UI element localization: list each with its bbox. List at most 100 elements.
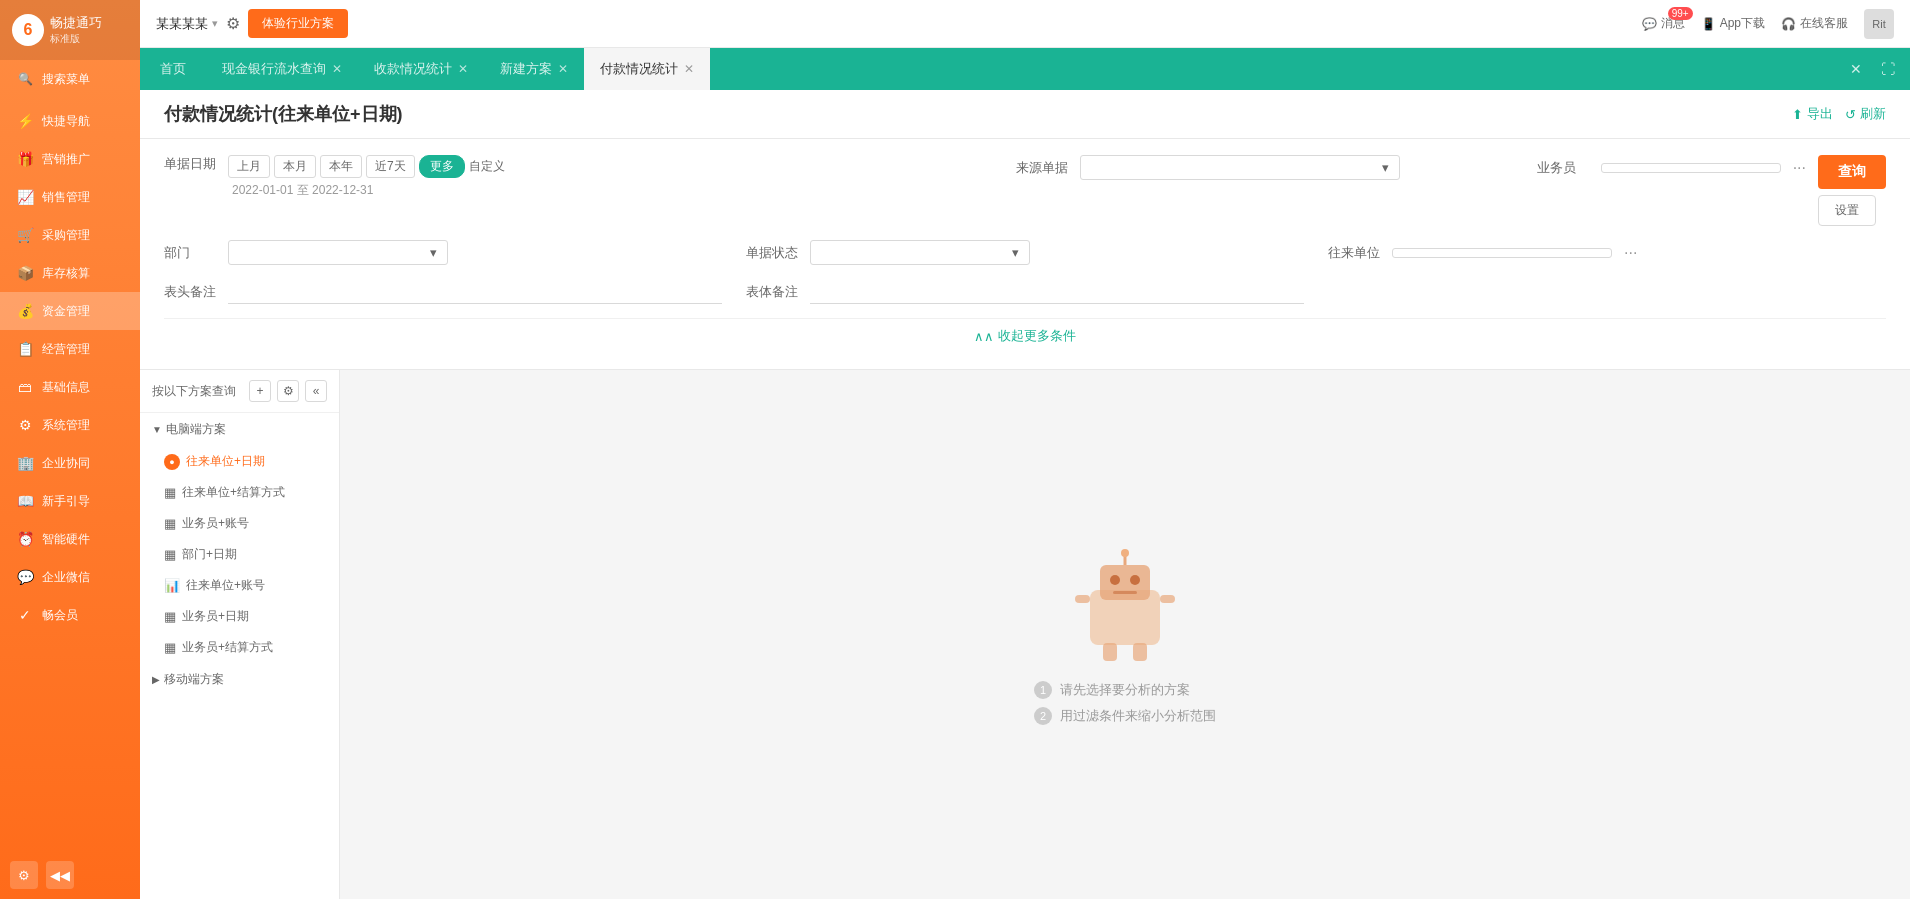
staff-label: 业务员	[1537, 159, 1593, 177]
add-plan-btn[interactable]: +	[249, 380, 271, 402]
funds-icon: 💰	[16, 302, 34, 320]
tab-new-close[interactable]: ✕	[558, 63, 568, 75]
filter-counterpart: 往来单位 ···	[1328, 240, 1886, 266]
date-btn-last-month[interactable]: 上月	[228, 155, 270, 178]
section-desktop[interactable]: ▼ 电脑端方案	[140, 413, 339, 446]
plan-item-counterpart-date[interactable]: ● 往来单位+日期	[140, 446, 339, 477]
empty-tips: 1 请先选择要分析的方案 2 用过滤条件来缩小分析范围	[1034, 681, 1216, 725]
left-panel-header: 按以下方案查询 + ⚙ «	[140, 370, 339, 413]
trial-btn[interactable]: 体验行业方案	[248, 9, 348, 38]
enterprise-icon: 🏢	[16, 454, 34, 472]
left-panel-header-actions: + ⚙ «	[249, 380, 327, 402]
tab-home[interactable]: 首页	[140, 48, 206, 90]
sidebar-item-wechat[interactable]: 💬 企业微信	[0, 558, 140, 596]
tab-receipts-close[interactable]: ✕	[458, 63, 468, 75]
sidebar-item-inventory[interactable]: 📦 库存核算	[0, 254, 140, 292]
sidebar-search[interactable]: 🔍 搜索菜单	[0, 60, 140, 98]
staff-ellipsis[interactable]: ···	[1789, 155, 1810, 181]
online-service-btn[interactable]: 🎧 在线客服	[1781, 15, 1848, 32]
sidebar-item-quick[interactable]: ⚡ 快捷导航	[0, 102, 140, 140]
counterpart-select[interactable]	[1392, 248, 1612, 258]
export-btn[interactable]: ⬆ 导出	[1792, 105, 1833, 123]
topbar-settings-icon[interactable]: ⚙	[226, 14, 240, 33]
refresh-btn[interactable]: ↺ 刷新	[1845, 105, 1886, 123]
sidebar-item-guide[interactable]: 📖 新手引导	[0, 482, 140, 520]
tab-close-all[interactable]: ✕	[1842, 55, 1870, 83]
sidebar-item-system[interactable]: ⚙ 系统管理	[0, 406, 140, 444]
doc-status-select[interactable]: ▾	[810, 240, 1030, 265]
doc-status-label: 单据状态	[746, 244, 802, 262]
date-range: 2022-01-01 至 2022-12-31	[232, 182, 373, 199]
tab-bank[interactable]: 现金银行流水查询 ✕	[206, 48, 358, 90]
svg-rect-8	[1160, 595, 1175, 603]
topbar-user-area: 某某某某 ▾ ⚙ 体验行业方案	[156, 9, 1630, 38]
sidebar-collapse-btn[interactable]: ◀◀	[46, 861, 74, 889]
sidebar-item-marketing[interactable]: 🎁 营销推广	[0, 140, 140, 178]
app-download-btn[interactable]: 📱 App下载	[1701, 15, 1765, 32]
sidebar-item-member[interactable]: ✓ 畅会员	[0, 596, 140, 634]
plan-item-staff-account[interactable]: ▦ 业务员+账号	[140, 508, 339, 539]
source-select[interactable]: ▾	[1080, 155, 1400, 180]
date-label: 单据日期	[164, 155, 220, 173]
dept-select[interactable]: ▾	[228, 240, 448, 265]
sidebar-item-purchase[interactable]: 🛒 采购管理	[0, 216, 140, 254]
counterpart-ellipsis[interactable]: ···	[1620, 240, 1641, 266]
svg-rect-10	[1133, 643, 1147, 661]
source-dropdown-icon: ▾	[1382, 160, 1389, 175]
plan-item-staff-settle[interactable]: ▦ 业务员+结算方式	[140, 632, 339, 663]
topbar-company[interactable]: 某某某某 ▾	[156, 15, 218, 33]
company-dropdown-icon[interactable]: ▾	[212, 17, 218, 30]
sidebar-item-funds[interactable]: 💰 资金管理	[0, 292, 140, 330]
left-panel: 按以下方案查询 + ⚙ « ▼ 电脑端方案 ● 往来单位+日期	[140, 370, 340, 899]
tab-receipts[interactable]: 收款情况统计 ✕	[358, 48, 484, 90]
date-btn-more[interactable]: 更多	[419, 155, 465, 178]
header-note-input[interactable]	[228, 280, 722, 304]
plan-icon-2: ▦	[164, 485, 176, 500]
sidebar-item-operations[interactable]: 📋 经营管理	[0, 330, 140, 368]
user-avatar[interactable]: Rit	[1864, 9, 1894, 39]
filter-dept: 部门 ▾	[164, 240, 722, 265]
plan-icon-7: ▦	[164, 640, 176, 655]
counterpart-label: 往来单位	[1328, 244, 1384, 262]
tab-new[interactable]: 新建方案 ✕	[484, 48, 584, 90]
date-custom[interactable]: 自定义	[469, 158, 505, 175]
plan-item-dept-date[interactable]: ▦ 部门+日期	[140, 539, 339, 570]
staff-select[interactable]	[1601, 163, 1781, 173]
date-btn-this-year[interactable]: 本年	[320, 155, 362, 178]
empty-robot-icon	[1065, 545, 1185, 665]
empty-tip-1: 1 请先选择要分析的方案	[1034, 681, 1216, 699]
right-area: 1 请先选择要分析的方案 2 用过滤条件来缩小分析范围	[340, 370, 1910, 899]
settings-btn[interactable]: 设置	[1818, 195, 1876, 226]
topbar: 某某某某 ▾ ⚙ 体验行业方案 💬 消息 99+ 📱 App下载 🎧 在线客服 …	[140, 0, 1910, 48]
sidebar-item-enterprise[interactable]: 🏢 企业协同	[0, 444, 140, 482]
plan-item-counterpart-account[interactable]: 📊 往来单位+账号	[140, 570, 339, 601]
manage-plan-btn[interactable]: ⚙	[277, 380, 299, 402]
tab-payments[interactable]: 付款情况统计 ✕	[584, 48, 710, 90]
guide-icon: 📖	[16, 492, 34, 510]
topbar-right: 💬 消息 99+ 📱 App下载 🎧 在线客服 Rit	[1642, 9, 1894, 39]
collapse-area: ∧∧ 收起更多条件	[164, 318, 1886, 353]
sidebar-settings-btn[interactable]: ⚙	[10, 861, 38, 889]
tab-maximize[interactable]: ⛶	[1874, 55, 1902, 83]
plan-item-staff-date[interactable]: ▦ 业务员+日期	[140, 601, 339, 632]
sidebar-item-basic[interactable]: 🗃 基础信息	[0, 368, 140, 406]
plan-item-counterpart-settle[interactable]: ▦ 往来单位+结算方式	[140, 477, 339, 508]
query-btn[interactable]: 查询	[1818, 155, 1886, 189]
header-note-label: 表头备注	[164, 283, 220, 301]
body-note-input[interactable]	[810, 280, 1304, 304]
date-btn-7days[interactable]: 近7天	[366, 155, 415, 178]
filter-row-1: 单据日期 上月 本月 本年 近7天 更多 自定义 2022-01-01 至 20…	[164, 155, 1886, 226]
sidebar-item-sales[interactable]: 📈 销售管理	[0, 178, 140, 216]
logo-text: 畅捷通巧 标准版	[50, 15, 102, 45]
collapse-panel-btn[interactable]: «	[305, 380, 327, 402]
section-mobile[interactable]: ▶ 移动端方案	[140, 663, 339, 696]
filter-staff: 业务员 ···	[1537, 155, 1810, 181]
tab-bank-close[interactable]: ✕	[332, 63, 342, 75]
collapse-btn[interactable]: ∧∧ 收起更多条件	[974, 327, 1076, 345]
tab-payments-close[interactable]: ✕	[684, 63, 694, 75]
sidebar-item-hardware[interactable]: ⏰ 智能硬件	[0, 520, 140, 558]
message-btn[interactable]: 💬 消息 99+	[1642, 15, 1685, 32]
doc-status-dropdown-icon: ▾	[1012, 245, 1019, 260]
date-btn-this-month[interactable]: 本月	[274, 155, 316, 178]
logo-icon: 6	[12, 14, 44, 46]
